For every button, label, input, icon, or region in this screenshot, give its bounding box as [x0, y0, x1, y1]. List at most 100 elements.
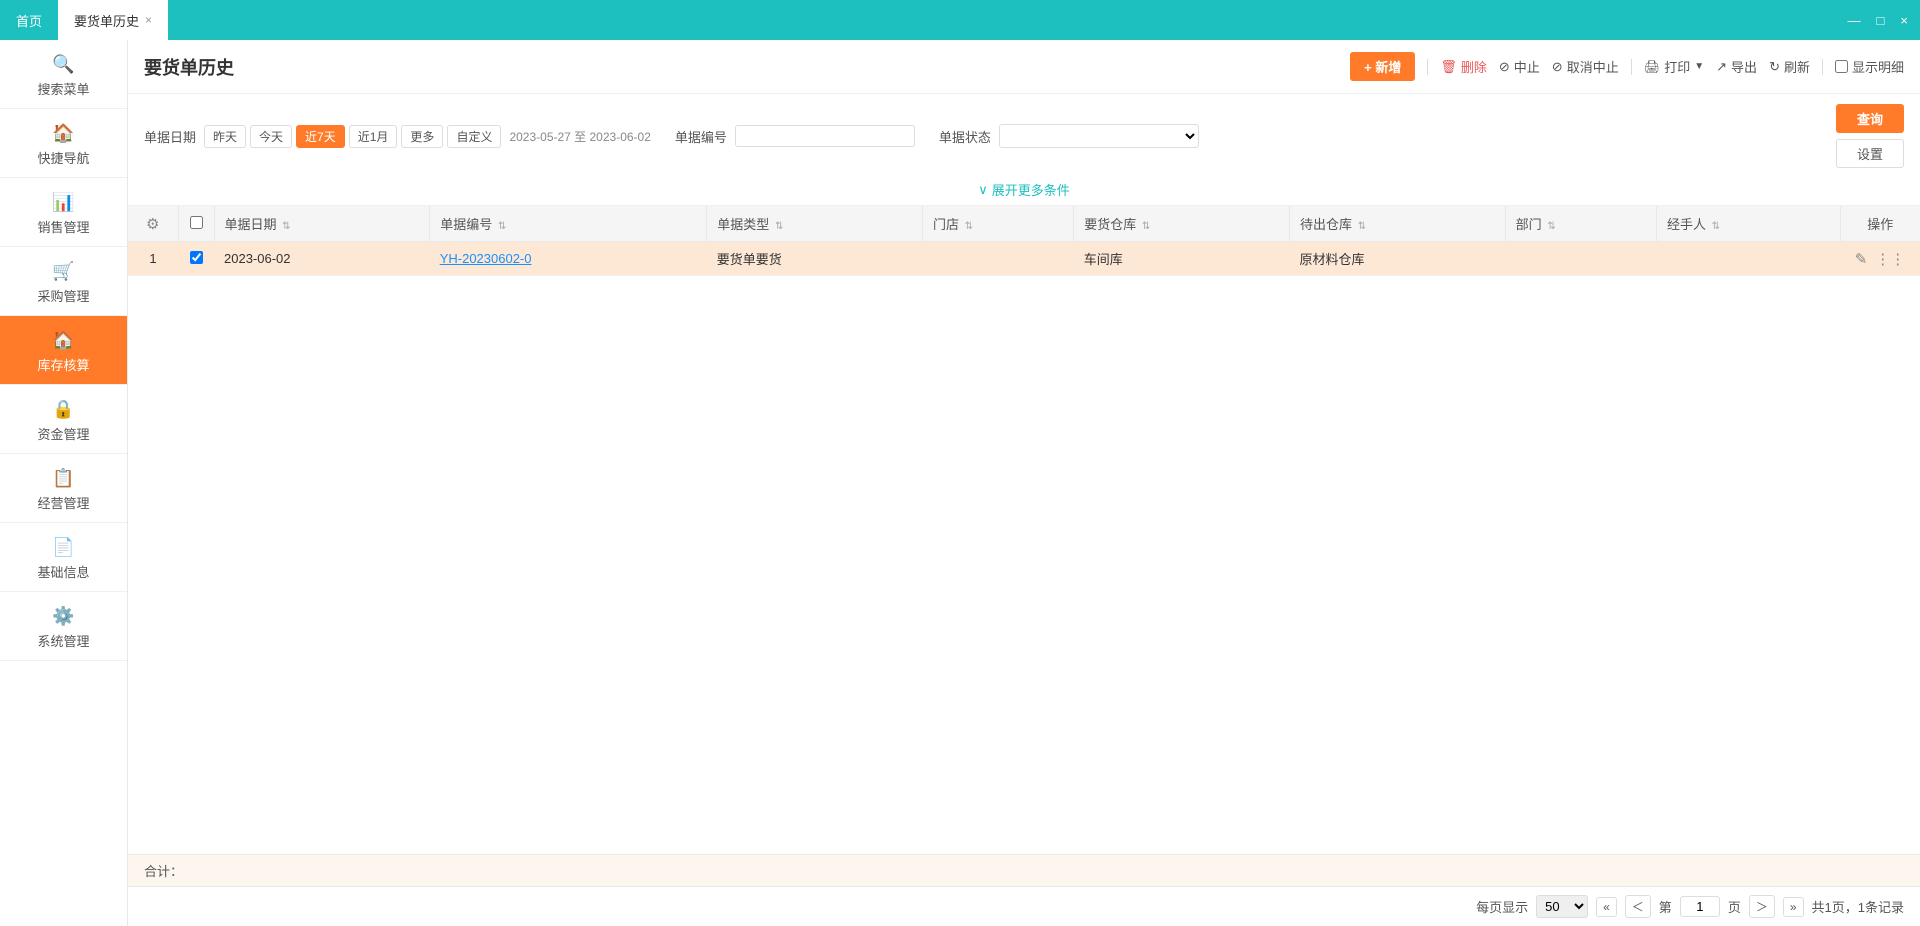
- new-button[interactable]: + 新增: [1350, 52, 1415, 81]
- table-footer: 合计：: [128, 854, 1920, 886]
- delete-icon: 🗑: [1440, 59, 1457, 75]
- sidebar-item-quick-nav[interactable]: 🏠 快捷导航: [0, 109, 127, 178]
- expand-more-btn[interactable]: ∨ 展开更多条件: [144, 176, 1904, 205]
- col-bill-date[interactable]: 单据日期 ⇅: [214, 206, 430, 242]
- date-btn-custom[interactable]: 自定义: [447, 125, 501, 148]
- sidebar-item-purchase-mgmt-label: 采购管理: [37, 286, 89, 305]
- col-pending-warehouse[interactable]: 待出仓库 ⇅: [1289, 206, 1505, 242]
- toolbar-divider-3: [1822, 59, 1823, 75]
- col-handler[interactable]: 经手人 ⇅: [1656, 206, 1840, 242]
- show-detail-label: 显示明细: [1852, 57, 1904, 76]
- col-bill-type[interactable]: 单据类型 ⇅: [707, 206, 923, 242]
- per-page-select[interactable]: 10 20 50 100: [1536, 895, 1588, 918]
- sidebar-item-inventory-label: 库存核算: [37, 355, 89, 374]
- date-btn-more[interactable]: 更多: [401, 125, 443, 148]
- tab-requisition-history-label: 要货单历史: [74, 11, 139, 30]
- sidebar-item-finance-mgmt[interactable]: 🔒 资金管理: [0, 385, 127, 454]
- sidebar-item-sales-mgmt[interactable]: 📊 销售管理: [0, 178, 127, 247]
- page-label: 第: [1659, 897, 1672, 916]
- col-req-warehouse[interactable]: 要货仓库 ⇅: [1074, 206, 1290, 242]
- row-bill-number[interactable]: YH-20230602-0: [430, 242, 707, 276]
- export-icon: ↗: [1716, 59, 1727, 75]
- date-btn-1month[interactable]: 近1月: [349, 125, 398, 148]
- tab-requisition-history[interactable]: 要货单历史 ×: [58, 0, 168, 40]
- sidebar-item-purchase-mgmt[interactable]: 🛒 采购管理: [0, 247, 127, 316]
- suspend-label: 中止: [1514, 57, 1540, 76]
- next-page-button[interactable]: ＞: [1749, 895, 1775, 918]
- col-bill-number-sort-icon: ⇅: [498, 221, 506, 232]
- delete-button[interactable]: 🗑 删除: [1440, 57, 1487, 76]
- sidebar-item-system-mgmt[interactable]: ⚙️ 系统管理: [0, 592, 127, 661]
- per-page-label: 每页显示: [1476, 897, 1528, 916]
- export-button[interactable]: ↗ 导出: [1716, 57, 1757, 76]
- col-department-sort-icon: ⇅: [1547, 221, 1555, 232]
- sidebar-item-sales-mgmt-label: 销售管理: [37, 217, 89, 236]
- col-pending-warehouse-label: 待出仓库: [1300, 217, 1352, 232]
- print-icon: 🖨: [1644, 59, 1661, 75]
- toolbar: + 新增 🗑 删除 ⊘ 中止 ⊘ 取消中止 🖨 打印: [1350, 52, 1904, 81]
- last-page-button[interactable]: »: [1783, 897, 1804, 917]
- first-page-button[interactable]: «: [1596, 897, 1617, 917]
- refresh-button[interactable]: ↻ 刷新: [1769, 57, 1810, 76]
- bill-status-select[interactable]: [999, 124, 1199, 148]
- page-number-input[interactable]: [1680, 896, 1720, 917]
- bill-number-link[interactable]: YH-20230602-0: [440, 251, 532, 266]
- col-bill-date-label: 单据日期: [225, 217, 277, 232]
- row-ops: ✎ ⋮⋮: [1840, 242, 1920, 276]
- edit-icon[interactable]: ✎: [1855, 250, 1868, 268]
- show-detail-button[interactable]: 显示明细: [1835, 57, 1904, 76]
- filter-row-1: 单据日期 昨天 今天 近7天 近1月 更多 自定义 2023-05-27 至 2…: [144, 104, 1904, 168]
- row-checkbox[interactable]: [190, 251, 203, 264]
- tab-close-icon[interactable]: ×: [145, 13, 152, 27]
- tab-list: 首页 要货单历史 ×: [0, 0, 168, 40]
- row-index: 1: [128, 242, 178, 276]
- date-btn-7days[interactable]: 近7天: [296, 125, 345, 148]
- show-detail-checkbox[interactable]: [1835, 60, 1848, 73]
- sidebar-item-basic-info[interactable]: 📄 基础信息: [0, 523, 127, 592]
- bill-status-label: 单据状态: [939, 127, 991, 146]
- minimize-button[interactable]: —: [1848, 13, 1861, 28]
- sidebar-item-operations-mgmt[interactable]: 📋 经营管理: [0, 454, 127, 523]
- col-ops: 操作: [1840, 206, 1920, 242]
- row-handler: [1656, 242, 1840, 276]
- select-all-checkbox[interactable]: [190, 216, 203, 229]
- tab-home-label: 首页: [16, 11, 42, 30]
- refresh-label: 刷新: [1784, 57, 1810, 76]
- date-btn-today[interactable]: 今天: [250, 125, 292, 148]
- col-handler-label: 经手人: [1667, 217, 1706, 232]
- finance-mgmt-icon: 🔒: [52, 399, 74, 420]
- col-department[interactable]: 部门 ⇅: [1505, 206, 1656, 242]
- tab-home[interactable]: 首页: [0, 0, 58, 40]
- settings-button[interactable]: 设置: [1836, 139, 1904, 168]
- query-button[interactable]: 查询: [1836, 104, 1904, 133]
- col-bill-type-label: 单据类型: [717, 217, 769, 232]
- row-bill-date: 2023-06-02: [214, 242, 430, 276]
- system-mgmt-icon: ⚙️: [52, 606, 74, 627]
- col-bill-type-sort-icon: ⇅: [775, 221, 783, 232]
- close-window-button[interactable]: ×: [1900, 13, 1908, 28]
- data-table: ⚙ 单据日期 ⇅ 单据编号 ⇅: [128, 206, 1920, 276]
- prev-page-button[interactable]: ＜: [1625, 895, 1651, 918]
- operations-mgmt-icon: 📋: [52, 468, 74, 489]
- col-department-label: 部门: [1516, 217, 1542, 232]
- col-req-warehouse-sort-icon: ⇅: [1142, 221, 1150, 232]
- date-btn-yesterday[interactable]: 昨天: [204, 125, 246, 148]
- print-button[interactable]: 🖨 打印 ▼: [1644, 57, 1704, 76]
- row-bill-type: 要货单要货: [707, 242, 923, 276]
- row-check[interactable]: [178, 242, 214, 276]
- suspend-button[interactable]: ⊘ 中止: [1499, 57, 1540, 76]
- sidebar-item-inventory[interactable]: 🏠 库存核算: [0, 316, 127, 385]
- col-bill-number[interactable]: 单据编号 ⇅: [430, 206, 707, 242]
- table-area: ⚙ 单据日期 ⇅ 单据编号 ⇅: [128, 206, 1920, 854]
- sidebar: 🔍 搜索菜单 🏠 快捷导航 📊 销售管理 🛒 采购管理 🏠 库存核算 🔒 资金管…: [0, 40, 128, 926]
- sidebar-item-system-mgmt-label: 系统管理: [37, 631, 89, 650]
- col-settings[interactable]: ⚙: [128, 206, 178, 242]
- col-store[interactable]: 门店 ⇅: [923, 206, 1074, 242]
- maximize-button[interactable]: □: [1877, 13, 1885, 28]
- bill-number-input[interactable]: [735, 125, 915, 147]
- row-store: [923, 242, 1074, 276]
- cancel-suspend-button[interactable]: ⊘ 取消中止: [1552, 57, 1619, 76]
- more-ops-icon[interactable]: ⋮⋮: [1875, 250, 1905, 268]
- sidebar-item-search-menu[interactable]: 🔍 搜索菜单: [0, 40, 127, 109]
- settings-gear-icon[interactable]: ⚙: [146, 216, 159, 233]
